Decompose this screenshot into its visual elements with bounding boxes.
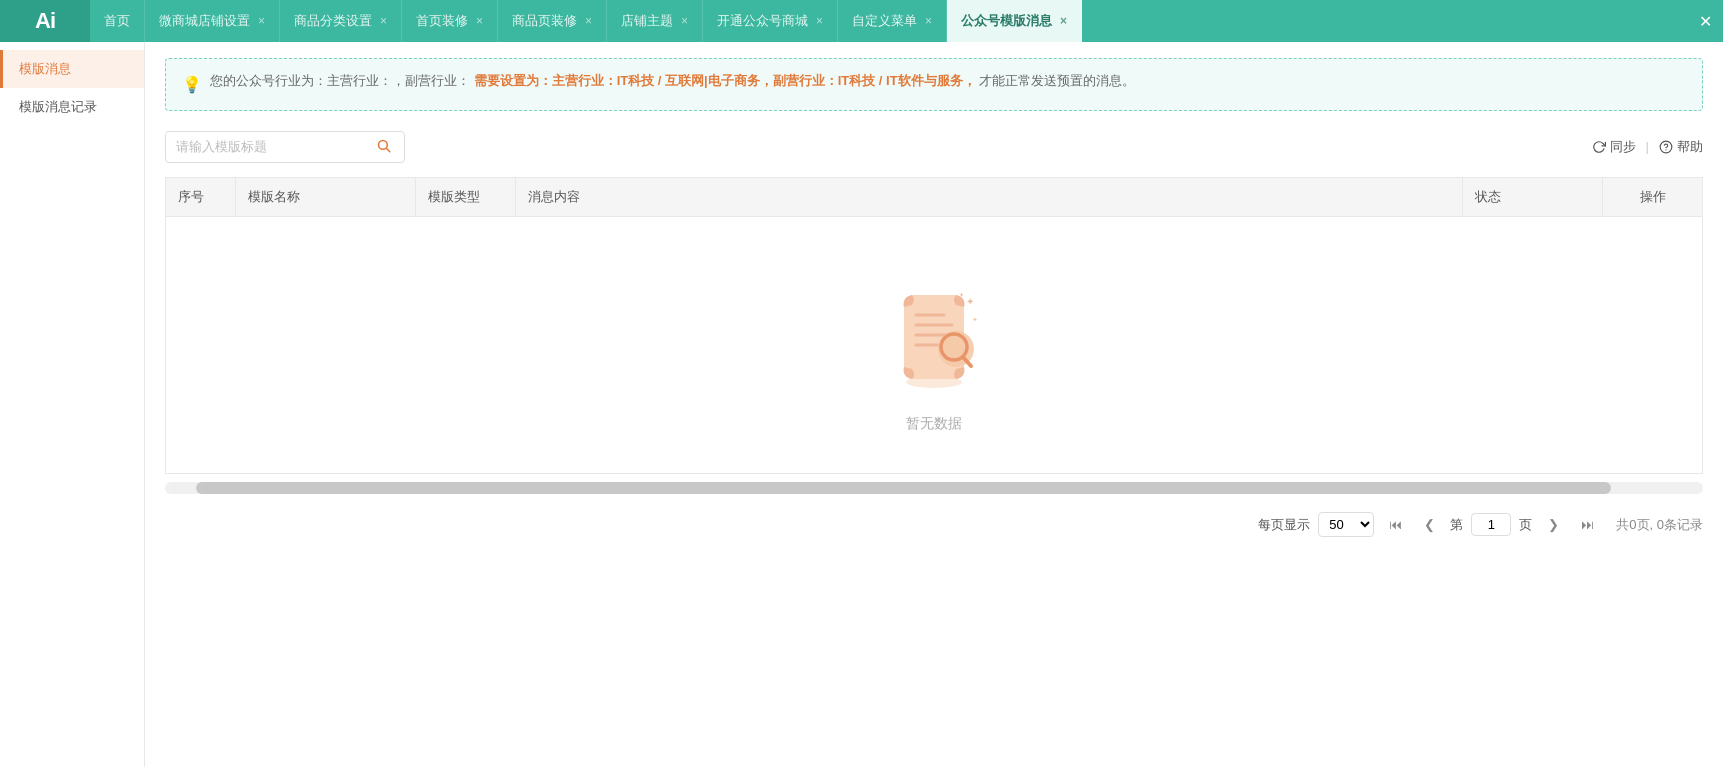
search-input-wrap xyxy=(165,131,405,163)
tab-开通公众号商城[interactable]: 开通公众号商城 × xyxy=(703,0,838,42)
tab-close-icon[interactable]: × xyxy=(476,14,483,28)
notice-text: 您的公众号行业为：主营行业：，副营行业： 需要设置为：主营行业：IT科技 / 互… xyxy=(210,71,1135,92)
scroll-thumb xyxy=(196,482,1611,494)
help-label: 帮助 xyxy=(1677,138,1703,156)
tab-list: 首页微商城店铺设置×商品分类设置×首页装修×商品页装修×店铺主题×开通公众号商城… xyxy=(90,0,1687,42)
total-info: 共0页, 0条记录 xyxy=(1616,516,1703,534)
svg-text:✦: ✦ xyxy=(966,296,974,307)
tab-label: 自定义菜单 xyxy=(852,12,917,30)
tab-首页装修[interactable]: 首页装修 × xyxy=(402,0,498,42)
tab-close-icon[interactable]: × xyxy=(925,14,932,28)
tab-close-icon[interactable]: × xyxy=(681,14,688,28)
tab-label: 公众号模版消息 xyxy=(961,12,1052,30)
toolbar-right: 同步 | 帮助 xyxy=(1592,138,1703,156)
tab-label: 商品页装修 xyxy=(512,12,577,30)
empty-text: 暂无数据 xyxy=(166,415,1702,433)
notice-box: 💡 您的公众号行业为：主营行业：，副营行业： 需要设置为：主营行业：IT科技 /… xyxy=(165,58,1703,111)
bulb-icon: 💡 xyxy=(182,72,202,98)
tab-close-icon[interactable]: × xyxy=(258,14,265,28)
tab-label: 首页 xyxy=(104,12,130,30)
tab-close-icon[interactable]: × xyxy=(585,14,592,28)
tab-label: 店铺主题 xyxy=(621,12,673,30)
search-bar: 同步 | 帮助 xyxy=(165,131,1703,163)
page-di-label: 第 xyxy=(1450,516,1463,534)
last-page-button[interactable]: ⏭ xyxy=(1574,512,1600,538)
tab-close-icon[interactable]: × xyxy=(816,14,823,28)
content-area: 💡 您的公众号行业为：主营行业：，副营行业： 需要设置为：主营行业：IT科技 /… xyxy=(145,42,1723,767)
tab-close-icon[interactable]: × xyxy=(1060,14,1067,28)
tab-店铺主题[interactable]: 店铺主题 × xyxy=(607,0,703,42)
top-nav: Ai 首页微商城店铺设置×商品分类设置×首页装修×商品页装修×店铺主题×开通公众… xyxy=(0,0,1723,42)
col-header-seq: 序号 xyxy=(166,177,236,216)
empty-state: ✦ ✦ ✦ 暂无数据 xyxy=(166,217,1702,473)
pagination: 每页显示 102050100 ⏮ ❮ 第 页 ❯ ⏭ 共0页, 0条记录 xyxy=(165,502,1703,544)
tab-label: 开通公众号商城 xyxy=(717,12,808,30)
col-header-name: 模版名称 xyxy=(236,177,416,216)
sidebar: 模版消息模版消息记录 xyxy=(0,42,145,767)
svg-line-1 xyxy=(386,148,389,151)
current-page-input[interactable] xyxy=(1471,513,1511,536)
horizontal-scrollbar[interactable] xyxy=(165,482,1703,494)
tab-label: 首页装修 xyxy=(416,12,468,30)
close-all-button[interactable]: ✕ xyxy=(1687,0,1723,42)
help-button[interactable]: 帮助 xyxy=(1659,138,1703,156)
svg-text:✦: ✦ xyxy=(972,316,978,323)
page-size-label: 每页显示 xyxy=(1258,516,1310,534)
prev-page-button[interactable]: ❮ xyxy=(1416,512,1442,538)
tab-label: 商品分类设置 xyxy=(294,12,372,30)
first-page-button[interactable]: ⏮ xyxy=(1382,512,1408,538)
sync-label: 同步 xyxy=(1610,138,1636,156)
tab-close-icon[interactable]: × xyxy=(380,14,387,28)
tab-自定义菜单[interactable]: 自定义菜单 × xyxy=(838,0,947,42)
page-size-select[interactable]: 102050100 xyxy=(1318,512,1374,537)
tab-商品分类设置[interactable]: 商品分类设置 × xyxy=(280,0,402,42)
page-label: 页 xyxy=(1519,516,1532,534)
tab-商品页装修[interactable]: 商品页装修 × xyxy=(498,0,607,42)
search-button[interactable] xyxy=(366,132,401,162)
empty-icon: ✦ ✦ ✦ xyxy=(874,277,994,397)
data-table: 序号模版名称模版类型消息内容状态操作 xyxy=(165,177,1703,474)
next-page-button[interactable]: ❯ xyxy=(1540,512,1566,538)
col-header-type: 模版类型 xyxy=(416,177,516,216)
col-header-status: 状态 xyxy=(1463,177,1603,216)
sidebar-item-模版消息记录[interactable]: 模版消息记录 xyxy=(0,88,144,126)
tab-label: 微商城店铺设置 xyxy=(159,12,250,30)
search-input[interactable] xyxy=(166,133,366,160)
tab-首页[interactable]: 首页 xyxy=(90,0,145,42)
tab-公众号模版消息[interactable]: 公众号模版消息 × xyxy=(947,0,1082,42)
col-header-action: 操作 xyxy=(1603,177,1703,216)
toolbar-divider: | xyxy=(1646,139,1649,154)
brand-logo: Ai xyxy=(0,0,90,42)
main-layout: 模版消息模版消息记录 💡 您的公众号行业为：主营行业：，副营行业： 需要设置为：… xyxy=(0,42,1723,767)
sidebar-item-模版消息[interactable]: 模版消息 xyxy=(0,50,144,88)
col-header-content: 消息内容 xyxy=(516,177,1463,216)
tab-微商城店铺设置[interactable]: 微商城店铺设置 × xyxy=(145,0,280,42)
svg-text:✦: ✦ xyxy=(959,292,964,298)
notice-highlight: 需要设置为：主营行业：IT科技 / 互联网|电子商务，副营行业：IT科技 / I… xyxy=(474,73,976,88)
sync-button[interactable]: 同步 xyxy=(1592,138,1636,156)
